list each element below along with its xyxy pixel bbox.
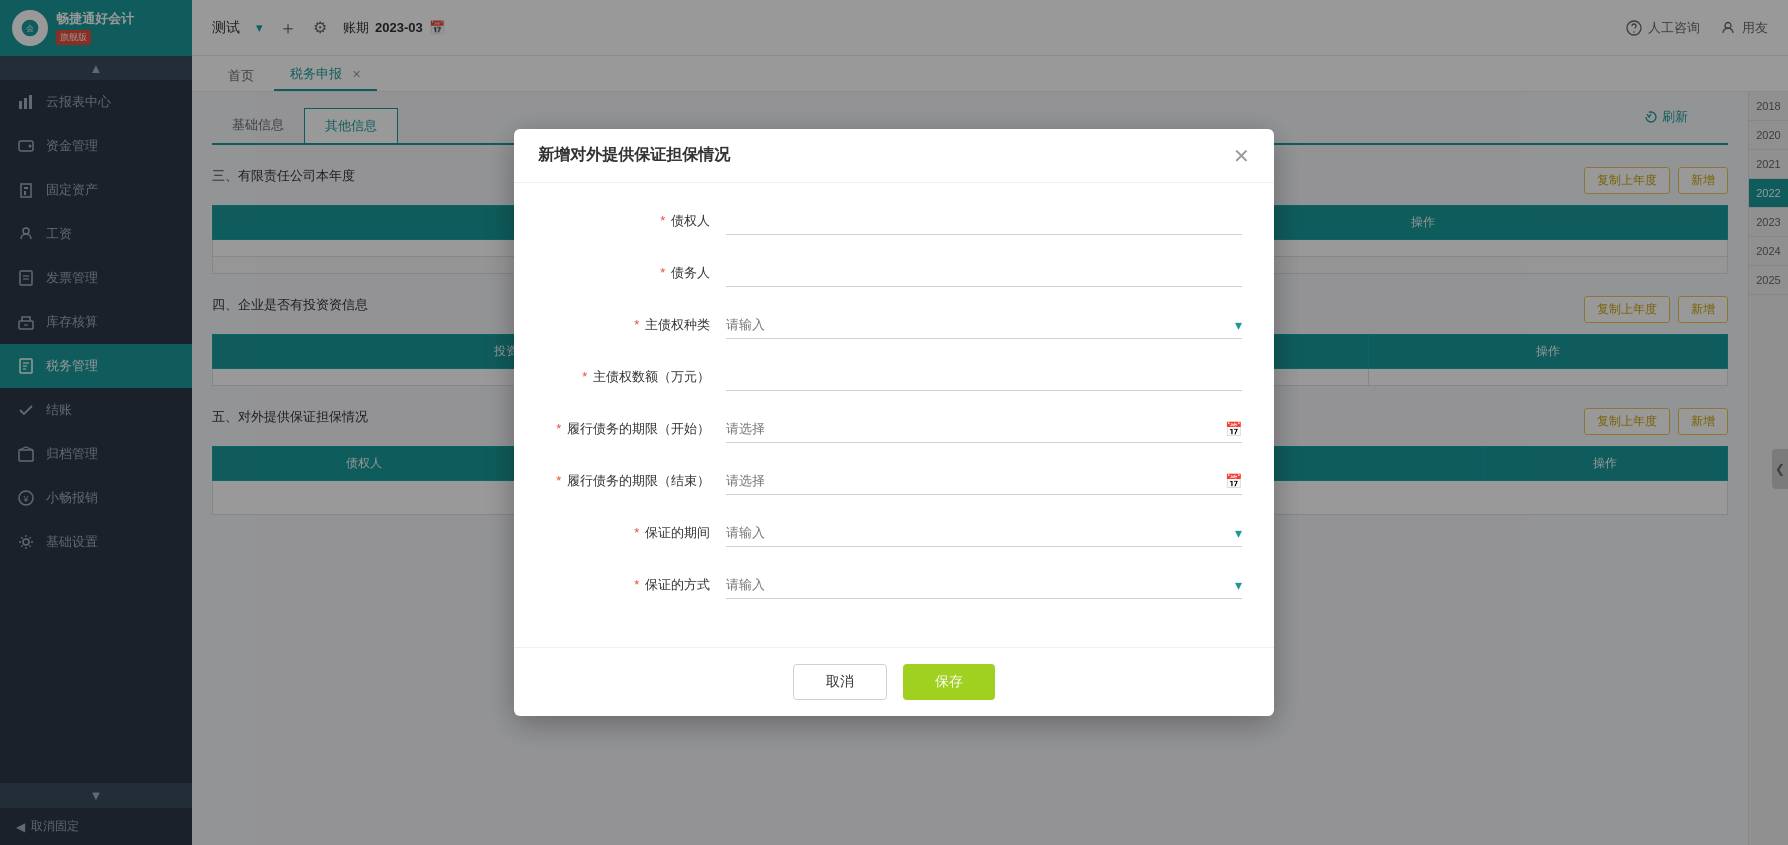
dropdown-icon: ▾ xyxy=(1235,577,1242,593)
field-label-claim-amount: * 主债权数额（万元） xyxy=(546,368,726,386)
claim-type-select[interactable]: ▾ xyxy=(726,311,1242,339)
period-start-date[interactable]: 📅 xyxy=(726,415,1242,443)
period-end-date[interactable]: 📅 xyxy=(726,467,1242,495)
field-label-guarantee-period: * 保证的期间 xyxy=(546,524,726,542)
dropdown-icon: ▾ xyxy=(1235,525,1242,541)
modal-overlay: 新增对外提供保证担保情况 ✕ * 债权人 * 债务人 xyxy=(0,0,1788,845)
debtor-input[interactable] xyxy=(726,259,1242,287)
field-label-claim-type: * 主债权种类 xyxy=(546,316,726,334)
field-label-creditor: * 债权人 xyxy=(546,212,726,230)
calendar-icon: 📅 xyxy=(1225,473,1242,489)
claim-type-input[interactable] xyxy=(726,311,1235,338)
guarantee-method-input[interactable] xyxy=(726,571,1235,598)
period-start-input[interactable] xyxy=(726,415,1225,442)
modal-body: * 债权人 * 债务人 * xyxy=(514,183,1274,647)
field-label-debtor: * 债务人 xyxy=(546,264,726,282)
period-end-input[interactable] xyxy=(726,467,1225,494)
cancel-button[interactable]: 取消 xyxy=(793,664,887,700)
dropdown-icon: ▾ xyxy=(1235,317,1242,333)
form-row-creditor: * 债权人 xyxy=(546,207,1242,235)
modal-close-button[interactable]: ✕ xyxy=(1233,146,1250,166)
form-row-claim-type: * 主债权种类 ▾ xyxy=(546,311,1242,339)
save-button[interactable]: 保存 xyxy=(903,664,995,700)
form-row-period-start: * 履行债务的期限（开始） 📅 xyxy=(546,415,1242,443)
guarantee-method-select[interactable]: ▾ xyxy=(726,571,1242,599)
form-row-period-end: * 履行债务的期限（结束） 📅 xyxy=(546,467,1242,495)
calendar-icon: 📅 xyxy=(1225,421,1242,437)
form-row-debtor: * 债务人 xyxy=(546,259,1242,287)
modal-dialog: 新增对外提供保证担保情况 ✕ * 债权人 * 债务人 xyxy=(514,129,1274,716)
modal-title: 新增对外提供保证担保情况 xyxy=(538,145,730,166)
modal-header: 新增对外提供保证担保情况 ✕ xyxy=(514,129,1274,183)
form-row-claim-amount: * 主债权数额（万元） xyxy=(546,363,1242,391)
creditor-input[interactable] xyxy=(726,207,1242,235)
guarantee-period-select[interactable]: ▾ xyxy=(726,519,1242,547)
field-label-period-start: * 履行债务的期限（开始） xyxy=(546,420,726,438)
form-row-guarantee-period: * 保证的期间 ▾ xyxy=(546,519,1242,547)
field-label-guarantee-method: * 保证的方式 xyxy=(546,576,726,594)
form-row-guarantee-method: * 保证的方式 ▾ xyxy=(546,571,1242,599)
guarantee-period-input[interactable] xyxy=(726,519,1235,546)
modal-footer: 取消 保存 xyxy=(514,647,1274,716)
claim-amount-input[interactable] xyxy=(726,363,1242,391)
field-label-period-end: * 履行债务的期限（结束） xyxy=(546,472,726,490)
